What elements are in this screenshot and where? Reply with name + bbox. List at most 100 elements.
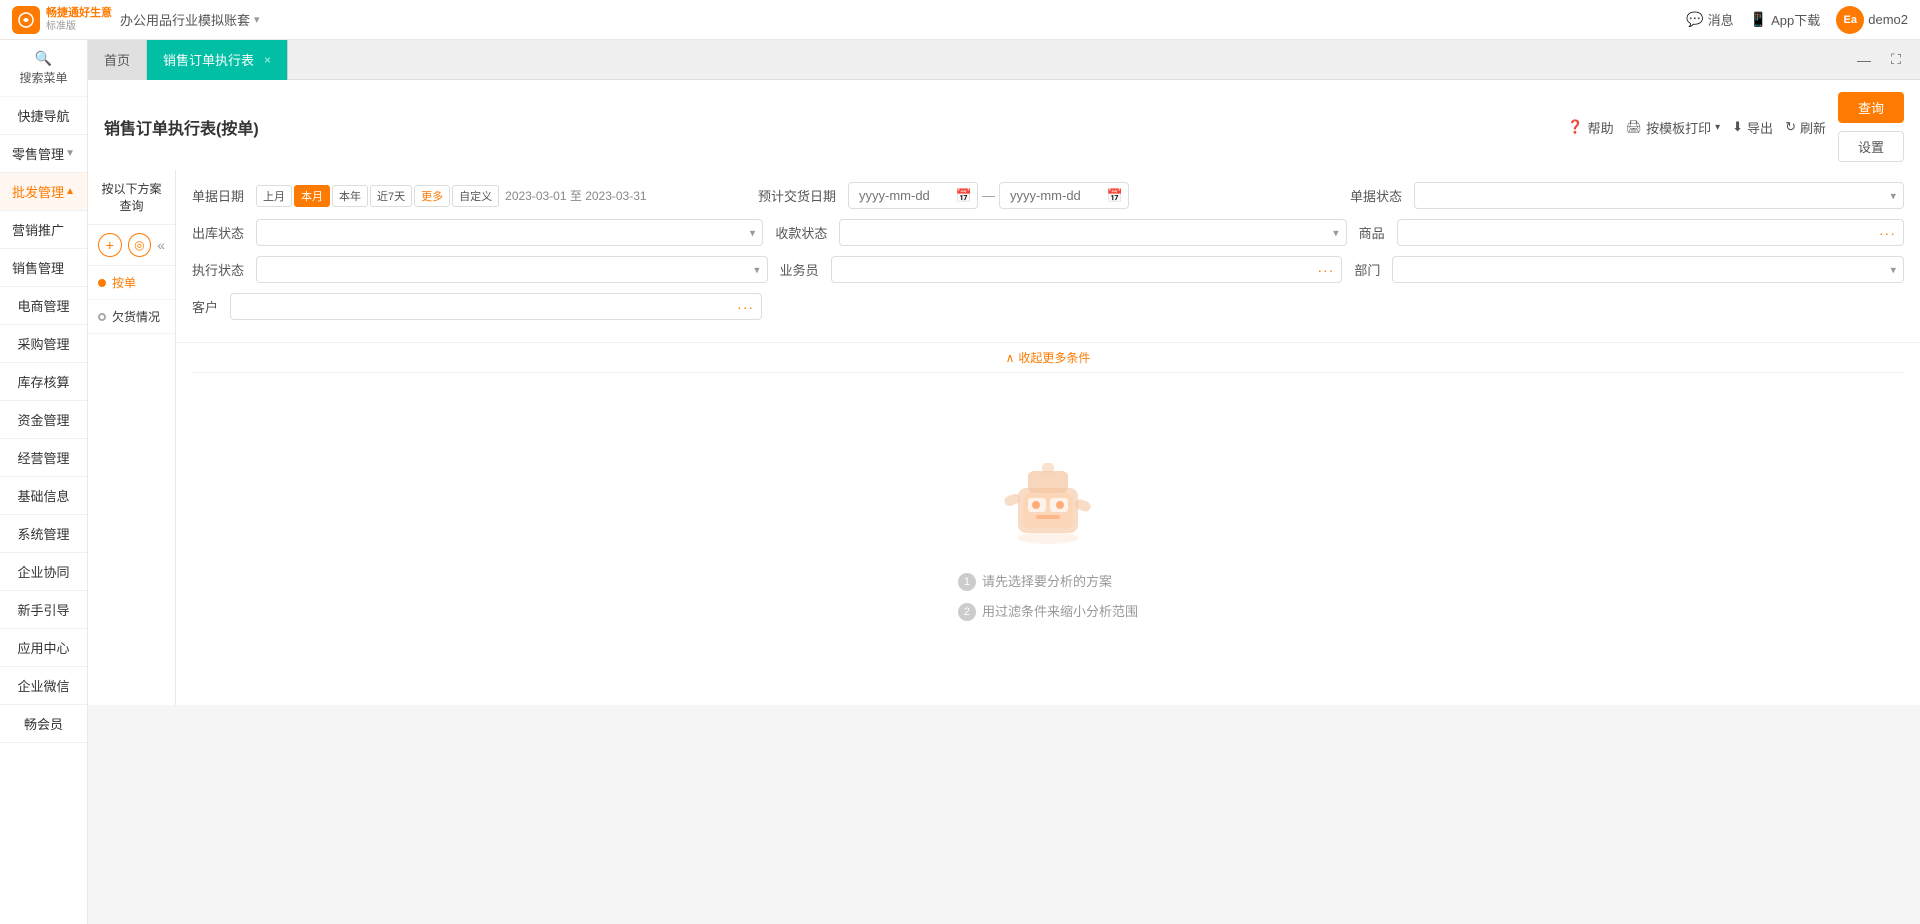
calendar-start-icon[interactable]: 📅 bbox=[956, 188, 972, 204]
logo-text-line1: 畅捷通好生意 bbox=[46, 6, 112, 20]
sidebar-item-search-menu[interactable]: 🔍 搜索菜单 bbox=[0, 40, 87, 97]
filter-row-1: 单据日期 上月 本月 本年 近7天 更多 自定义 20 bbox=[192, 182, 1904, 209]
product-dots-btn[interactable]: ··· bbox=[1879, 225, 1896, 241]
logo-icon bbox=[12, 6, 40, 34]
page-actions: ❓ 帮助 🖨 按模板打印 ▾ ⬇ 导出 ↻ 刷新 bbox=[1567, 92, 1904, 162]
scheme-label: 按以下方案查询 bbox=[96, 180, 167, 214]
breadcrumb[interactable]: 办公用品行业模拟账套 ▾ bbox=[120, 10, 260, 29]
status-select[interactable] bbox=[1414, 182, 1904, 209]
setup-button[interactable]: 设置 bbox=[1838, 131, 1904, 162]
tab-maximize-btn[interactable]: ⛶ bbox=[1884, 48, 1908, 72]
collapse-nav-btn[interactable]: « bbox=[157, 237, 165, 253]
sidebar-item-retail-mgmt[interactable]: 零售管理 ▼ bbox=[0, 135, 87, 173]
exec-select-wrapper: ▾ bbox=[256, 256, 768, 283]
customer-label: 客户 bbox=[192, 297, 218, 316]
date-range-text: 2023-03-01 至 2023-03-31 bbox=[505, 187, 646, 204]
export-btn[interactable]: ⬇ 导出 bbox=[1732, 118, 1773, 137]
query-button[interactable]: 查询 bbox=[1838, 92, 1904, 123]
avatar: Ea bbox=[1836, 6, 1864, 34]
product-label: 商品 bbox=[1359, 223, 1385, 242]
refresh-icon: ↻ bbox=[1785, 119, 1796, 135]
tip1-text: 请先选择要分析的方案 bbox=[982, 569, 1112, 595]
customer-dots-btn[interactable]: ··· bbox=[737, 299, 754, 315]
empty-tip-2: 2 用过滤条件来缩小分析范围 bbox=[958, 599, 1138, 625]
sidebar-item-basic-info[interactable]: 基础信息 bbox=[0, 477, 87, 515]
tab-active[interactable]: 销售订单执行表 × bbox=[147, 40, 288, 80]
breadcrumb-arrow-icon: ▾ bbox=[254, 13, 260, 26]
refresh-btn[interactable]: ↻ 刷新 bbox=[1785, 118, 1826, 137]
tab-minimize-btn[interactable]: — bbox=[1852, 48, 1876, 72]
top-bar: 畅捷通好生意 标准版 办公用品行业模拟账套 ▾ 💬 消息 📱 App下载 Ea … bbox=[0, 0, 1920, 40]
tab-actions: — ⛶ bbox=[1852, 48, 1920, 72]
page-title: 销售订单执行表(按单) bbox=[104, 115, 259, 139]
app-icon: 📱 bbox=[1750, 11, 1767, 28]
empty-dot-icon bbox=[98, 313, 106, 321]
sidebar-item-quick-nav[interactable]: 快捷导航 bbox=[0, 97, 87, 135]
sidebar-item-operations[interactable]: 经营管理 bbox=[0, 439, 87, 477]
period-prev-month-btn[interactable]: 上月 bbox=[256, 185, 292, 207]
sidebar-item-marketing[interactable]: 营销推广 bbox=[0, 211, 87, 249]
print-icon: 🖨 bbox=[1626, 119, 1643, 135]
sidebar-item-sales-mgmt[interactable]: 销售管理 bbox=[0, 249, 87, 287]
page-title-bar: 销售订单执行表(按单) ❓ 帮助 🖨 按模板打印 ▾ ⬇ 导出 bbox=[88, 80, 1920, 170]
user-area[interactable]: Ea demo2 bbox=[1836, 6, 1908, 34]
sidebar-item-enterprise-wechat[interactable]: 企业微信 bbox=[0, 667, 87, 705]
sidebar-item-member[interactable]: 畅会员 bbox=[0, 705, 87, 743]
tip1-num: 1 bbox=[958, 573, 976, 591]
help-btn[interactable]: ❓ 帮助 bbox=[1567, 118, 1613, 137]
sidebar-item-new-guide[interactable]: 新手引导 bbox=[0, 591, 87, 629]
collapse-more-btn[interactable]: ∧ 收起更多条件 bbox=[1006, 349, 1091, 366]
tab-home-label: 首页 bbox=[104, 50, 130, 69]
product-input[interactable] bbox=[1397, 219, 1904, 246]
sidebar-item-wholesale-mgmt[interactable]: 批发管理 ▲ bbox=[0, 173, 87, 211]
status-label: 单据状态 bbox=[1350, 186, 1402, 205]
exec-select[interactable] bbox=[256, 256, 768, 283]
status-select-wrapper: ▾ bbox=[1414, 182, 1904, 209]
salesperson-dots-btn[interactable]: ··· bbox=[1317, 262, 1334, 278]
collapse-bar-label: 收起更多条件 bbox=[1018, 349, 1090, 366]
app-download-item[interactable]: 📱 App下载 bbox=[1750, 10, 1821, 29]
forecast-date-label: 预计交货日期 bbox=[758, 186, 836, 205]
calendar-end-icon[interactable]: 📅 bbox=[1107, 188, 1123, 204]
nav-sub-item-order[interactable]: 按单 bbox=[88, 266, 175, 300]
payment-select[interactable] bbox=[839, 219, 1346, 246]
print-btn[interactable]: 🖨 按模板打印 ▾ bbox=[1626, 118, 1721, 137]
help-label: 帮助 bbox=[1588, 118, 1614, 137]
dept-select[interactable] bbox=[1392, 256, 1904, 283]
sidebar-item-procurement[interactable]: 采购管理 bbox=[0, 325, 87, 363]
product-input-wrapper: ··· bbox=[1397, 219, 1904, 246]
salesperson-input[interactable] bbox=[831, 256, 1343, 283]
tab-close-icon[interactable]: × bbox=[264, 53, 271, 67]
message-item[interactable]: 💬 消息 bbox=[1686, 10, 1733, 29]
message-icon: 💬 bbox=[1686, 11, 1703, 28]
period-custom-btn[interactable]: 自定义 bbox=[452, 185, 499, 207]
sidebar-item-inventory[interactable]: 库存核算 bbox=[0, 363, 87, 401]
outbound-label: 出库状态 bbox=[192, 223, 244, 242]
period-7days-btn[interactable]: 近7天 bbox=[370, 185, 412, 207]
top-bar-left: 畅捷通好生意 标准版 办公用品行业模拟账套 ▾ bbox=[12, 6, 260, 34]
add-scheme-btn[interactable]: + bbox=[98, 233, 122, 257]
period-more-btn[interactable]: 更多 bbox=[414, 185, 450, 207]
edit-scheme-btn[interactable]: ◎ bbox=[128, 233, 152, 257]
add-icon: + bbox=[106, 237, 114, 253]
sidebar-item-system-mgmt[interactable]: 系统管理 bbox=[0, 515, 87, 553]
logo-area: 畅捷通好生意 标准版 bbox=[12, 6, 112, 34]
sidebar-item-app-center[interactable]: 应用中心 bbox=[0, 629, 87, 667]
top-bar-right: 💬 消息 📱 App下载 Ea demo2 bbox=[1686, 6, 1908, 34]
outbound-select[interactable] bbox=[256, 219, 763, 246]
customer-input[interactable] bbox=[230, 293, 762, 320]
maximize-icon: ⛶ bbox=[1891, 51, 1901, 68]
empty-tip-1: 1 请先选择要分析的方案 bbox=[958, 569, 1138, 595]
sidebar-item-finance[interactable]: 资金管理 bbox=[0, 401, 87, 439]
period-current-year-btn[interactable]: 本年 bbox=[332, 185, 368, 207]
filter-scheme-header[interactable]: 按以下方案查询 bbox=[88, 170, 175, 225]
sidebar: 🔍 搜索菜单 快捷导航 零售管理 ▼ 批发管理 ▲ 营销推广 销售管理 电商管理… bbox=[0, 40, 88, 924]
period-current-month-btn[interactable]: 本月 bbox=[294, 185, 330, 207]
sidebar-item-enterprise[interactable]: 企业协同 bbox=[0, 553, 87, 591]
minimize-icon: — bbox=[1857, 52, 1871, 68]
forecast-date-inputs: 📅 — 📅 bbox=[848, 182, 1338, 209]
nav-sub-item-backorder[interactable]: 欠货情况 bbox=[88, 300, 175, 334]
retail-arrow-icon: ▼ bbox=[65, 148, 75, 159]
tab-home[interactable]: 首页 bbox=[88, 40, 147, 80]
sidebar-item-ecommerce[interactable]: 电商管理 bbox=[0, 287, 87, 325]
